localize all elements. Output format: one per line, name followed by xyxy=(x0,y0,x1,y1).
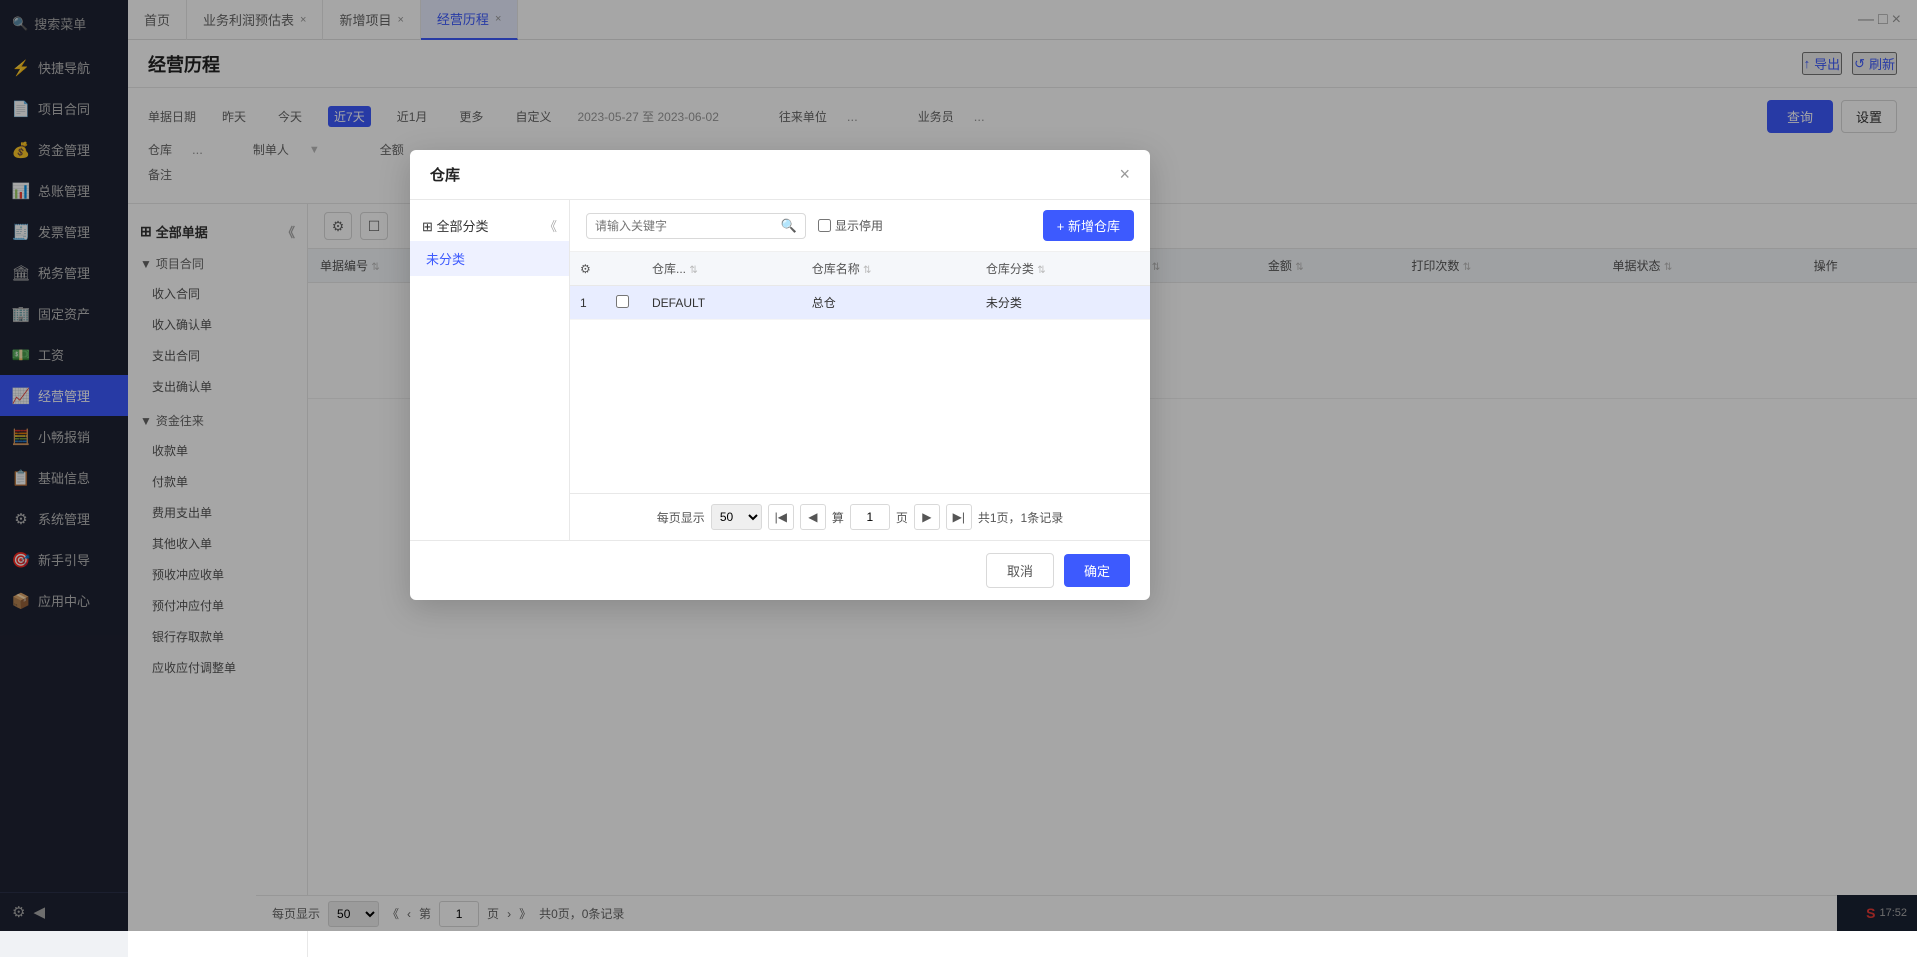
modal-table-wrap: ⚙ 仓库... ⇅ 仓库名称 ⇅ 仓库分类 ⇅ 1 DEFAULT 总仓 xyxy=(570,252,1150,493)
modal-tree-scroll: 未分类 xyxy=(410,241,569,530)
modal-tree-collapse-icon[interactable]: 《 xyxy=(544,216,557,235)
modal-tree-header: ⊞ 全部分类 《 xyxy=(410,210,569,241)
warehouse-modal: 仓库 × ⊞ 全部分类 《 未分类 🔍 xyxy=(410,150,1150,600)
show-disabled-label[interactable]: 显示停用 xyxy=(818,217,883,234)
modal-table: ⚙ 仓库... ⇅ 仓库名称 ⇅ 仓库分类 ⇅ 1 DEFAULT 总仓 xyxy=(570,252,1150,320)
modal-page-label: 算 xyxy=(832,509,844,526)
search-icon2: 🔍 xyxy=(781,218,797,234)
all-categories-label: ⊞ 全部分类 xyxy=(422,216,489,235)
modal-row-name: 总仓 xyxy=(802,286,976,320)
grid-icon2: ⊞ xyxy=(422,219,433,234)
modal-page-input[interactable] xyxy=(850,504,890,530)
modal-toolbar: 🔍 显示停用 + 新增仓库 xyxy=(570,200,1150,252)
add-warehouse-button[interactable]: + 新增仓库 xyxy=(1043,210,1134,241)
modal-table-row[interactable]: 1 DEFAULT 总仓 未分类 xyxy=(570,286,1150,320)
modal-last-page-btn[interactable]: ▶| xyxy=(946,504,972,530)
modal-row-category: 未分类 xyxy=(976,286,1150,320)
modal-row-index: 1 xyxy=(570,286,606,320)
modal-row-checkbox-cell xyxy=(606,286,642,320)
modal-col-settings: ⚙ xyxy=(570,252,606,286)
modal-page-unit: 页 xyxy=(896,509,908,526)
modal-next-page-btn[interactable]: ▶ xyxy=(914,504,940,530)
modal-col-name: 仓库名称 ⇅ xyxy=(802,252,976,286)
modal-tree-item-uncategorized[interactable]: 未分类 xyxy=(410,241,569,276)
modal-search-input[interactable] xyxy=(595,219,777,233)
modal-page-size-label: 每页显示 xyxy=(657,509,705,526)
modal-search-wrap: 🔍 xyxy=(586,213,806,239)
modal-body: ⊞ 全部分类 《 未分类 🔍 显示停用 + 新增仓库 xyxy=(410,200,1150,540)
modal-row-checkbox[interactable] xyxy=(616,295,629,308)
modal-page-size-select[interactable]: 50 100 xyxy=(711,504,762,530)
modal-total-info: 共1页，1条记录 xyxy=(978,509,1063,526)
modal-tree: ⊞ 全部分类 《 未分类 xyxy=(410,200,570,540)
modal-title: 仓库 xyxy=(430,164,460,185)
modal-close-button[interactable]: × xyxy=(1119,164,1130,185)
modal-pagination: 每页显示 50 100 |◀ ◀ 算 页 ▶ ▶| 共1页，1条记录 xyxy=(570,493,1150,540)
show-disabled-checkbox[interactable] xyxy=(818,219,831,232)
modal-cancel-button[interactable]: 取消 xyxy=(986,553,1054,588)
modal-header: 仓库 × xyxy=(410,150,1150,200)
modal-footer: 取消 确定 xyxy=(410,540,1150,600)
modal-prev-page-btn[interactable]: ◀ xyxy=(800,504,826,530)
modal-col-checkbox xyxy=(606,252,642,286)
modal-first-page-btn[interactable]: |◀ xyxy=(768,504,794,530)
modal-col-category: 仓库分类 ⇅ xyxy=(976,252,1150,286)
modal-confirm-button[interactable]: 确定 xyxy=(1064,554,1130,587)
modal-col-code: 仓库... ⇅ xyxy=(642,252,802,286)
modal-row-code: DEFAULT xyxy=(642,286,802,320)
modal-content: 🔍 显示停用 + 新增仓库 ⚙ 仓库... ⇅ 仓库名称 ⇅ xyxy=(570,200,1150,540)
